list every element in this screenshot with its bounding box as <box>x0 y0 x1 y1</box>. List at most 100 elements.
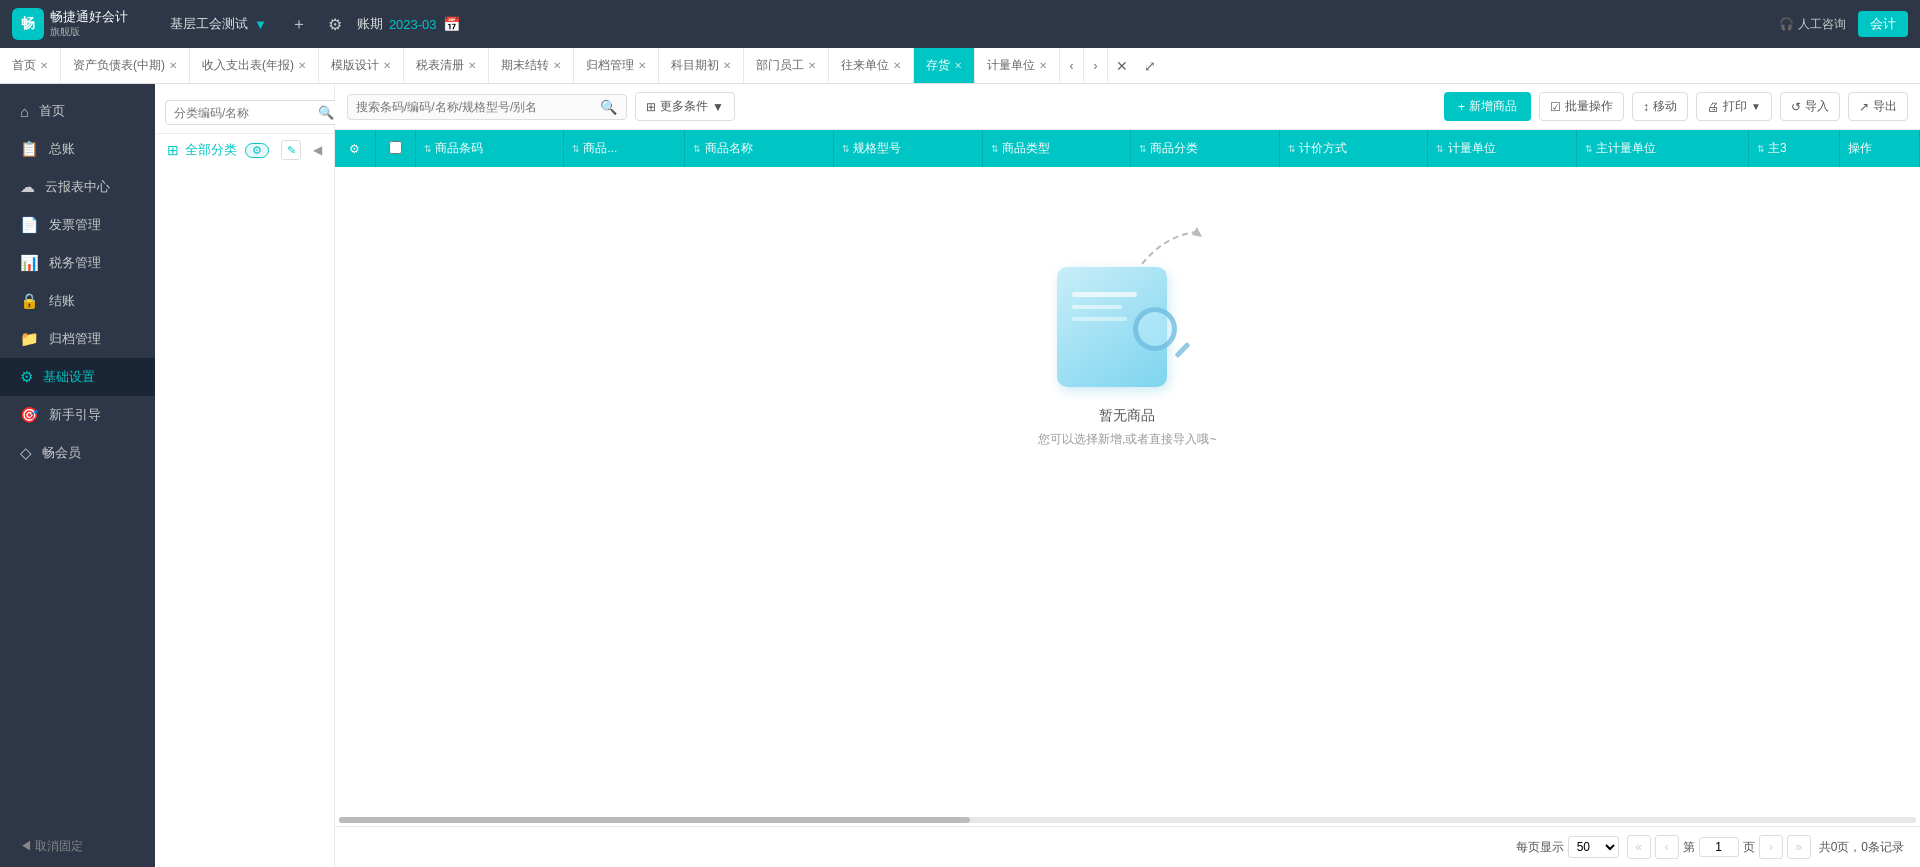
tab-next-button[interactable]: › <box>1084 48 1108 84</box>
more-filter-button[interactable]: ⊞ 更多条件 ▼ <box>635 92 735 121</box>
tab-inventory[interactable]: 存货 ✕ <box>914 48 975 83</box>
tab-tax[interactable]: 税表清册 ✕ <box>404 48 489 83</box>
all-category-item[interactable]: ⊞ 全部分类 ⚙ ✎ ◀ <box>155 134 334 166</box>
horizontal-scrollbar[interactable] <box>335 814 1920 826</box>
add-tab-button[interactable]: ＋ <box>285 10 313 38</box>
last-page-button[interactable]: » <box>1787 835 1811 859</box>
tab-unit-close[interactable]: ✕ <box>1039 60 1047 71</box>
sidebar-item-home[interactable]: ⌂ 首页 <box>0 92 155 130</box>
sidebar-label-ledger: 总账 <box>49 140 75 158</box>
sidebar-unpin-button[interactable]: ◀ 取消固定 <box>0 826 155 867</box>
tab-archive-close[interactable]: ✕ <box>638 60 646 71</box>
th-barcode[interactable]: ⇅ 商品条码 <box>415 130 564 167</box>
tab-income[interactable]: 收入支出表(年报) ✕ <box>190 48 319 83</box>
tab-close-all-button[interactable]: ✕ <box>1108 48 1136 84</box>
sidebar-item-reports[interactable]: ☁ 云报表中心 <box>0 168 155 206</box>
th-type[interactable]: ⇅ 商品类型 <box>982 130 1131 167</box>
batch-label: 批量操作 <box>1565 98 1613 115</box>
product-search-icon[interactable]: 🔍 <box>600 99 617 115</box>
category-search-input[interactable] <box>174 106 314 120</box>
sidebar-item-guide[interactable]: 🎯 新手引导 <box>0 396 155 434</box>
th-price-method[interactable]: ⇅ 计价方式 <box>1279 130 1428 167</box>
sidebar-item-member[interactable]: ◇ 畅会员 <box>0 434 155 472</box>
th-settings[interactable]: ⚙ <box>335 130 375 167</box>
calendar-icon[interactable]: 📅 <box>443 16 460 32</box>
close-account-icon: 🔒 <box>20 292 39 310</box>
first-page-button[interactable]: « <box>1627 835 1651 859</box>
th-category[interactable]: ⇅ 商品分类 <box>1131 130 1280 167</box>
sidebar-item-settings[interactable]: ⚙ 基础设置 <box>0 358 155 396</box>
tab-balance-close[interactable]: ✕ <box>169 60 177 71</box>
page-navigation: « ‹ 第 页 › » <box>1627 835 1811 859</box>
tab-unit[interactable]: 计量单位 ✕ <box>975 48 1060 83</box>
sidebar-label-invoice: 发票管理 <box>49 216 101 234</box>
product-search-input[interactable] <box>356 100 596 114</box>
tab-subject-close[interactable]: ✕ <box>723 60 731 71</box>
tab-home[interactable]: 首页 ✕ <box>0 48 61 83</box>
user-button[interactable]: 会计 <box>1858 11 1908 37</box>
th-name[interactable]: ⇅ 商品名称 <box>685 130 834 167</box>
tab-dept-close[interactable]: ✕ <box>808 60 816 71</box>
company-selector[interactable]: 基层工会测试 ▼ <box>162 15 275 33</box>
th-checkbox[interactable] <box>375 130 415 167</box>
sidebar-label-archive: 归档管理 <box>49 330 101 348</box>
batch-operation-button[interactable]: ☑ 批量操作 <box>1539 92 1624 121</box>
tab-partner-close[interactable]: ✕ <box>893 60 901 71</box>
tab-partner[interactable]: 往来单位 ✕ <box>829 48 914 83</box>
tab-period-end-close[interactable]: ✕ <box>553 60 561 71</box>
tab-template[interactable]: 模版设计 ✕ <box>319 48 404 83</box>
empty-row: 暂无商品 您可以选择新增,或者直接导入哦~ <box>335 167 1920 508</box>
tab-tax-close[interactable]: ✕ <box>468 60 476 71</box>
select-all-checkbox[interactable] <box>389 141 402 154</box>
total-records: 共0页，0条记录 <box>1819 839 1904 856</box>
category-search-icon[interactable]: 🔍 <box>318 105 334 120</box>
tab-template-close[interactable]: ✕ <box>383 60 391 71</box>
edit-category-button[interactable]: ✎ <box>281 140 301 160</box>
th-unit[interactable]: ⇅ 计量单位 <box>1428 130 1577 167</box>
tab-income-close[interactable]: ✕ <box>298 60 306 71</box>
scroll-thumb[interactable] <box>339 817 970 823</box>
table-wrap: ⚙ ⇅ 商品条码 ⇅ 商品... <box>335 130 1920 814</box>
tab-period-end[interactable]: 期末结转 ✕ <box>489 48 574 83</box>
th-code-sort-icon: ⇅ <box>572 144 580 154</box>
tab-inventory-close[interactable]: ✕ <box>954 60 962 71</box>
page-number-input[interactable] <box>1699 837 1739 857</box>
tab-archive[interactable]: 归档管理 ✕ <box>574 48 659 83</box>
sidebar-item-tax[interactable]: 📊 税务管理 <box>0 244 155 282</box>
move-button[interactable]: ↕ 移动 <box>1632 92 1688 121</box>
print-button[interactable]: 🖨 打印 ▼ <box>1696 92 1772 121</box>
th-code[interactable]: ⇅ 商品... <box>564 130 685 167</box>
collapse-panel-button[interactable]: ◀ <box>313 143 322 157</box>
tab-balance[interactable]: 资产负债表(中期) ✕ <box>61 48 190 83</box>
import-button[interactable]: ↺ 导入 <box>1780 92 1840 121</box>
sidebar-item-archive[interactable]: 📁 归档管理 <box>0 320 155 358</box>
all-category-label: 全部分类 <box>185 141 237 159</box>
th-col3[interactable]: ⇅ 主3 <box>1748 130 1839 167</box>
tab-archive-label: 归档管理 <box>586 57 634 74</box>
import-icon: ↺ <box>1791 100 1801 114</box>
tab-partner-label: 往来单位 <box>841 57 889 74</box>
tab-expand-button[interactable]: ⤢ <box>1136 48 1164 84</box>
next-page-button[interactable]: › <box>1759 835 1783 859</box>
prev-page-button[interactable]: ‹ <box>1655 835 1679 859</box>
tab-home-close[interactable]: ✕ <box>40 60 48 71</box>
sidebar-item-ledger[interactable]: 📋 总账 <box>0 130 155 168</box>
main-layout: ⌂ 首页 📋 总账 ☁ 云报表中心 📄 发票管理 📊 税务管理 🔒 结账 📁 归… <box>0 84 1920 867</box>
export-button[interactable]: ↗ 导出 <box>1848 92 1908 121</box>
help-link[interactable]: 🎧 人工咨询 <box>1779 16 1846 33</box>
tab-prev-button[interactable]: ‹ <box>1060 48 1084 84</box>
tab-subject[interactable]: 科目期初 ✕ <box>659 48 744 83</box>
th-spec[interactable]: ⇅ 规格型号 <box>833 130 982 167</box>
tab-dept[interactable]: 部门员工 ✕ <box>744 48 829 83</box>
add-product-button[interactable]: + 新增商品 <box>1444 92 1531 121</box>
per-page-select[interactable]: 50 20 100 <box>1568 836 1619 858</box>
headset-icon: 🎧 <box>1779 17 1794 31</box>
sidebar-item-invoice[interactable]: 📄 发票管理 <box>0 206 155 244</box>
export-icon: ↗ <box>1859 100 1869 114</box>
tax-icon: 📊 <box>20 254 39 272</box>
settings-button[interactable]: ⚙ <box>321 10 349 38</box>
sidebar-item-close[interactable]: 🔒 结账 <box>0 282 155 320</box>
tab-dept-label: 部门员工 <box>756 57 804 74</box>
right-panel: 🔍 ⊞ 更多条件 ▼ + 新增商品 ☑ 批量操作 <box>335 84 1920 867</box>
th-main-unit[interactable]: ⇅ 主计量单位 <box>1576 130 1748 167</box>
